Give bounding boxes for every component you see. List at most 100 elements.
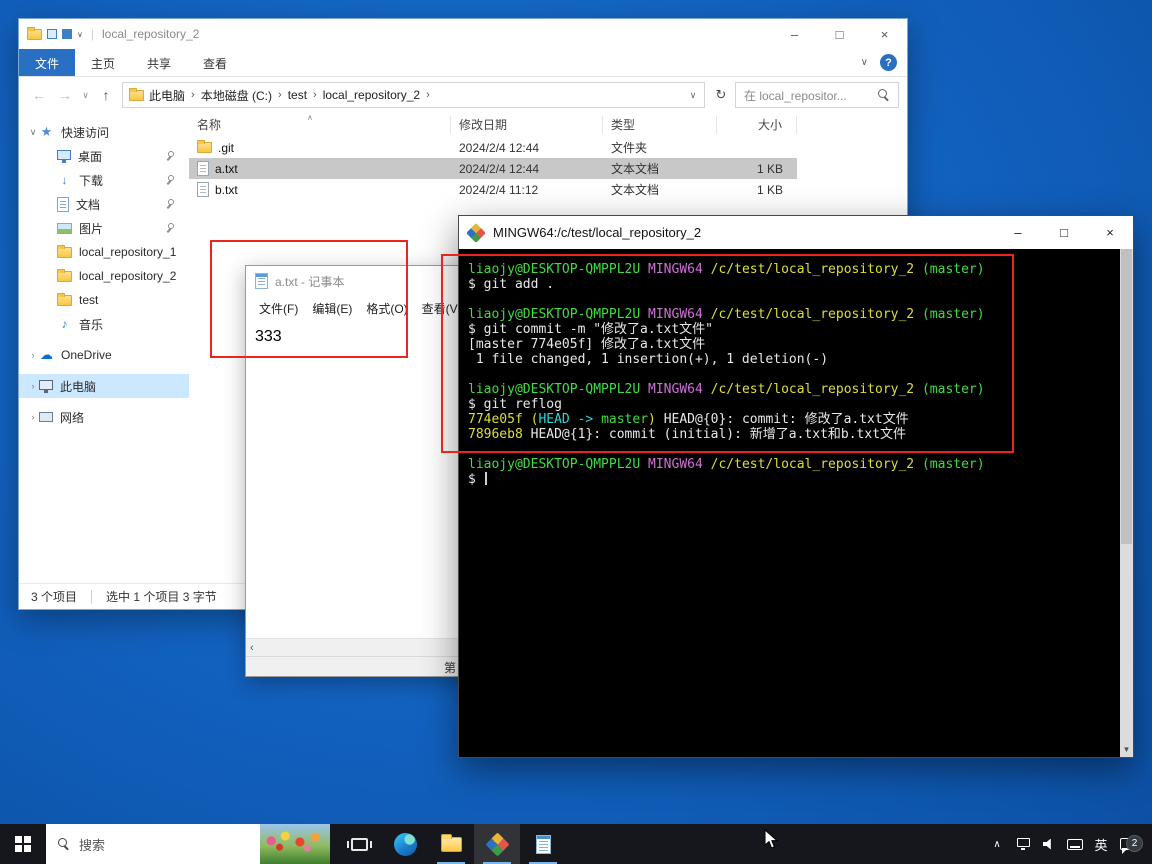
column-header[interactable]: 名称 ∧ xyxy=(189,113,451,134)
breadcrumb-item[interactable]: local_repository_2 xyxy=(318,88,425,102)
breadcrumb-item[interactable]: 本地磁盘 (C:) xyxy=(196,87,277,104)
ribbon-tab-3[interactable]: 共享 xyxy=(131,49,187,76)
back-button[interactable]: ← xyxy=(27,82,51,108)
quick-access-icon-2[interactable] xyxy=(62,29,72,39)
column-header[interactable]: 大小 xyxy=(717,116,797,134)
terminal-text: 7896eb8 xyxy=(468,427,523,442)
sidebar-item[interactable]: ∨ ★ 快速访问 xyxy=(19,120,189,144)
sidebar-item-label: 图片 xyxy=(79,221,104,236)
search-box[interactable]: 在 local_repositor... xyxy=(735,82,899,108)
address-dropdown-icon[interactable]: ∨ xyxy=(684,90,702,101)
sidebar-item[interactable]: local_repository_1 xyxy=(19,240,189,264)
git-bash-button[interactable] xyxy=(474,824,520,864)
file-row[interactable]: b.txt 2024/2/4 11:12 文本文档 1 KB xyxy=(189,179,797,200)
sidebar-item[interactable]: › ☁ OneDrive xyxy=(19,343,189,367)
file-row[interactable]: a.txt 2024/2/4 12:44 文本文档 1 KB xyxy=(189,158,797,179)
scroll-left-icon[interactable]: ‹ xyxy=(250,642,254,654)
edge-button[interactable] xyxy=(382,824,428,864)
widget-image[interactable] xyxy=(260,824,330,864)
breadcrumb: 此电脑 › 本地磁盘 (C:) › test › local_repository_2 › xyxy=(144,87,431,104)
terminal-scrollbar[interactable]: ▼ xyxy=(1120,249,1133,757)
ribbon-tab-4[interactable]: 查看 xyxy=(187,49,243,76)
terminal-text: /c/test/local_repository_2 xyxy=(710,307,922,322)
sidebar-item[interactable]: › 此电脑 xyxy=(19,374,189,398)
taskbar-search[interactable]: 搜索 xyxy=(46,824,330,864)
desktop: ∨ | local_repository_2 – □ × 文件 主页 共享 查看 ∨ … xyxy=(0,0,1152,864)
pin-icon xyxy=(165,223,175,233)
sidebar-item[interactable]: test xyxy=(19,288,189,312)
sidebar-item[interactable]: ♪ 音乐 xyxy=(19,312,189,336)
document-icon xyxy=(57,196,69,212)
volume-button[interactable] xyxy=(1036,824,1062,864)
forward-button[interactable]: → xyxy=(53,82,77,108)
touch-keyboard-button[interactable] xyxy=(1062,824,1088,864)
terminal-text: liaojy@DESKTOP-QMPPL2U xyxy=(468,457,649,472)
task-view-button[interactable] xyxy=(336,824,382,864)
maximize-button[interactable]: □ xyxy=(1041,216,1087,249)
menu-item-3[interactable]: 格式(O) xyxy=(359,300,414,317)
maximize-button[interactable]: □ xyxy=(817,19,862,49)
notepad-button[interactable] xyxy=(520,824,566,864)
scrollbar-thumb[interactable] xyxy=(1121,249,1132,544)
location-folder-icon xyxy=(129,87,144,101)
ribbon-tab-1[interactable]: 文件 xyxy=(19,49,76,76)
minimize-button[interactable]: – xyxy=(772,19,817,49)
chevron-icon: › xyxy=(31,350,35,360)
help-button[interactable]: ? xyxy=(880,54,897,71)
sidebar-item[interactable]: › 网络 xyxy=(19,405,189,429)
menu-item-1[interactable]: 文件(F) xyxy=(252,300,305,317)
start-button[interactable] xyxy=(0,824,46,864)
close-button[interactable]: × xyxy=(1087,216,1133,249)
column-header[interactable]: 类型 xyxy=(603,116,717,134)
refresh-button[interactable]: ↻ xyxy=(709,87,733,103)
column-header[interactable]: 修改日期 xyxy=(451,116,603,134)
explorer-button[interactable] xyxy=(428,824,474,864)
file-row[interactable]: .git 2024/2/4 12:44 文件夹 xyxy=(189,137,797,158)
quick-access-icon-1[interactable] xyxy=(47,29,57,39)
minimize-button[interactable]: – xyxy=(995,216,1041,249)
search-icon xyxy=(58,838,70,850)
search-input[interactable]: 在 local_repositor... xyxy=(744,87,872,104)
sidebar-item[interactable]: ↓ 下载 xyxy=(19,168,189,192)
terminal-body[interactable]: liaojy@DESKTOP-QMPPL2U MINGW64 /c/test/l… xyxy=(459,249,1133,757)
ime-indicator[interactable]: 英 xyxy=(1088,824,1114,864)
sidebar-item[interactable]: 图片 xyxy=(19,216,189,240)
chevron-down-icon[interactable]: ∨ xyxy=(77,30,83,39)
breadcrumb-item[interactable]: 此电脑 xyxy=(144,87,190,104)
folder-icon xyxy=(197,140,212,153)
action-center-button[interactable]: 2 xyxy=(1114,824,1143,864)
terminal-line: liaojy@DESKTOP-QMPPL2U MINGW64 /c/test/l… xyxy=(468,457,1111,472)
titlebar-divider: | xyxy=(90,27,94,41)
pictures-icon xyxy=(57,222,72,234)
folder-icon xyxy=(57,244,72,258)
sidebar-item[interactable]: 文档 xyxy=(19,192,189,216)
breadcrumb-item[interactable]: test xyxy=(283,88,312,102)
terminal-text: /c/test/local_repository_2 xyxy=(710,382,922,397)
history-dropdown-icon[interactable]: ∨ xyxy=(79,82,92,108)
ribbon-collapse-icon[interactable]: ∨ xyxy=(861,57,868,68)
explorer-titlebar[interactable]: ∨ | local_repository_2 – □ × xyxy=(19,19,907,49)
ribbon-tab-2[interactable]: 主页 xyxy=(75,49,131,76)
address-box[interactable]: 此电脑 › 本地磁盘 (C:) › test › local_repository_2 › ∨ xyxy=(122,82,705,108)
music-icon: ♪ xyxy=(61,317,68,331)
computer-icon xyxy=(39,379,53,393)
address-bar: ← → ∨ ↑ 此电脑 › 本地磁盘 (C:) › test › local_reposit… xyxy=(19,77,907,113)
terminal-titlebar[interactable]: MINGW64:/c/test/local_repository_2 – □ × xyxy=(459,216,1133,249)
git-icon xyxy=(484,831,510,857)
close-button[interactable]: × xyxy=(862,19,907,49)
search-placeholder: 搜索 xyxy=(79,837,106,853)
file-name-cell: b.txt xyxy=(189,179,451,200)
menu-item-2[interactable]: 编辑(E) xyxy=(305,300,359,317)
up-button[interactable]: ↑ xyxy=(94,82,118,108)
network-icon xyxy=(39,412,53,422)
terminal-text: 774e05f xyxy=(468,412,523,427)
file-name: a.txt xyxy=(215,161,238,176)
file-name: .git xyxy=(218,140,235,155)
tray-expand-button[interactable]: ∧ xyxy=(984,824,1010,864)
scroll-down-icon[interactable]: ▼ xyxy=(1120,743,1133,757)
sidebar-item[interactable]: 桌面 xyxy=(19,144,189,168)
pc-status-button[interactable] xyxy=(1010,824,1036,864)
sidebar-item[interactable]: local_repository_2 xyxy=(19,264,189,288)
notification-badge: 2 xyxy=(1126,835,1143,852)
